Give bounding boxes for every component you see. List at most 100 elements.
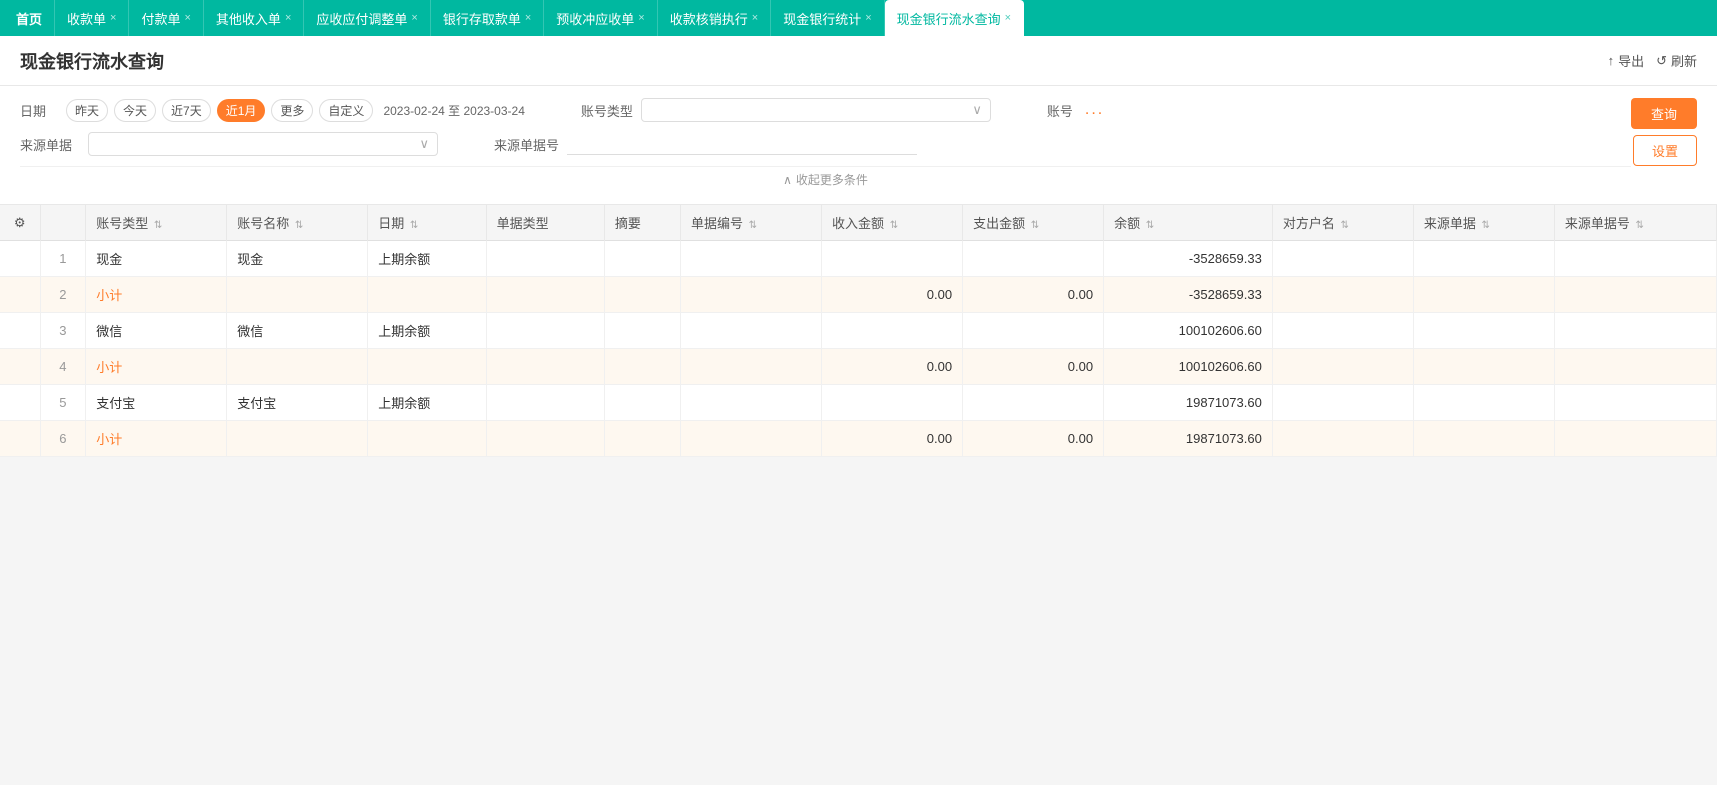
table-cell	[0, 313, 40, 349]
nav-tab-prepay[interactable]: 预收冲应收单 ×	[544, 0, 657, 36]
date-btn-custom[interactable]: 自定义	[319, 99, 373, 122]
date-btn-more[interactable]: 更多	[271, 99, 313, 122]
table-cell: 100102606.60	[1104, 349, 1273, 385]
table-row: 5支付宝支付宝上期余额19871073.60	[0, 385, 1717, 421]
table-cell	[681, 313, 822, 349]
table-cell	[1272, 277, 1413, 313]
nav-tab-ar-ap-adj[interactable]: 应收应付调整单 ×	[304, 0, 430, 36]
sort-doc-number-icon: ⇅	[749, 220, 757, 231]
table-cell: 支付宝	[86, 385, 227, 421]
sort-source-doc-num-icon: ⇅	[1636, 220, 1644, 231]
table-cell	[604, 421, 680, 457]
column-doc-type: 单据类型	[486, 205, 604, 241]
source-doc-chevron-icon: ∨	[420, 136, 430, 152]
nav-tab-cash-flow[interactable]: 现金银行流水查询 ×	[885, 0, 1024, 36]
table-cell: 0.00	[963, 349, 1104, 385]
page-header: 现金银行流水查询 ↑ 导出 ↺ 刷新	[0, 36, 1717, 86]
column-income[interactable]: 收入金额 ⇅	[822, 205, 963, 241]
nav-tab-writeoff[interactable]: 收款核销执行 ×	[658, 0, 771, 36]
column-balance[interactable]: 余额 ⇅	[1104, 205, 1273, 241]
export-label: 导出	[1618, 51, 1644, 70]
nav-tab-bank-deposit[interactable]: 银行存取款单 ×	[431, 0, 544, 36]
nav-tab-other-income-close[interactable]: ×	[285, 12, 291, 24]
nav-tab-bank-deposit-label: 银行存取款单	[443, 9, 521, 28]
nav-tab-cash-flow-close[interactable]: ×	[1005, 12, 1011, 24]
table-cell	[1413, 385, 1554, 421]
nav-tab-prepay-label: 预收冲应收单	[556, 9, 634, 28]
column-date[interactable]: 日期 ⇅	[368, 205, 486, 241]
nav-tab-receipt[interactable]: 收款单 ×	[55, 0, 129, 36]
nav-tab-ar-ap-adj-close[interactable]: ×	[411, 12, 417, 24]
account-dots-button[interactable]: ...	[1085, 101, 1104, 119]
table-body: 1现金现金上期余额-3528659.332小计0.000.00-3528659.…	[0, 241, 1717, 457]
table-cell: 3	[40, 313, 86, 349]
table-cell: 微信	[86, 313, 227, 349]
nav-tab-cash-stats-close[interactable]: ×	[865, 12, 871, 24]
table-cell: 0.00	[822, 421, 963, 457]
table-cell	[963, 385, 1104, 421]
export-button[interactable]: ↑ 导出	[1608, 51, 1645, 70]
table-cell	[1554, 349, 1716, 385]
filter-area: 日期 昨天 今天 近7天 近1月 更多	[0, 86, 1717, 205]
source-doc-select[interactable]: ∨	[88, 132, 438, 156]
nav-tab-payment[interactable]: 付款单 ×	[129, 0, 203, 36]
table-cell	[822, 241, 963, 277]
column-expense[interactable]: 支出金额 ⇅	[963, 205, 1104, 241]
sort-expense-icon: ⇅	[1031, 220, 1039, 231]
account-type-select[interactable]: ∨	[641, 98, 991, 122]
sort-account-name-icon: ⇅	[295, 220, 303, 231]
table-cell: 19871073.60	[1104, 385, 1273, 421]
table-cell	[681, 241, 822, 277]
table-row: 6小计0.000.0019871073.60	[0, 421, 1717, 457]
nav-tab-payment-label: 付款单	[141, 9, 180, 28]
collapse-label: 收起更多条件	[796, 171, 868, 188]
table-cell: 0.00	[822, 277, 963, 313]
nav-tab-bank-deposit-close[interactable]: ×	[525, 12, 531, 24]
nav-tab-cash-stats[interactable]: 现金银行统计 ×	[771, 0, 884, 36]
account-type-label: 账号类型	[581, 101, 633, 120]
main-table: ⚙ 账号类型 ⇅ 账号名称 ⇅ 日期 ⇅ 单据类型	[0, 205, 1717, 457]
query-button[interactable]: 查询	[1631, 98, 1697, 129]
refresh-button[interactable]: ↺ 刷新	[1656, 51, 1697, 70]
date-btn-7days[interactable]: 近7天	[162, 99, 211, 122]
table-cell: 小计	[86, 349, 227, 385]
collapse-button[interactable]: ∧ 收起更多条件	[20, 166, 1631, 192]
right-actions: 查询 设置	[1631, 98, 1697, 166]
nav-tab-other-income[interactable]: 其他收入单 ×	[204, 0, 304, 36]
table-cell: 0.00	[963, 277, 1104, 313]
nav-tab-home[interactable]: 首页	[4, 0, 55, 36]
filter-row-1: 日期 昨天 今天 近7天 近1月 更多	[20, 98, 1631, 122]
column-counterpart[interactable]: 对方户名 ⇅	[1272, 205, 1413, 241]
column-account-name[interactable]: 账号名称 ⇅	[227, 205, 368, 241]
table-cell: 100102606.60	[1104, 313, 1273, 349]
source-doc-number-input[interactable]	[567, 133, 917, 155]
table-cell: -3528659.33	[1104, 277, 1273, 313]
date-btn-yesterday[interactable]: 昨天	[66, 99, 108, 122]
nav-tab-writeoff-label: 收款核销执行	[670, 9, 748, 28]
sort-account-type-icon: ⇅	[154, 220, 162, 231]
column-doc-number[interactable]: 单据编号 ⇅	[681, 205, 822, 241]
date-options: 昨天 今天 近7天 近1月 更多 自定义	[66, 99, 525, 122]
nav-tab-prepay-close[interactable]: ×	[638, 12, 644, 24]
date-range-display: 2023-02-24 至 2023-03-24	[383, 102, 524, 119]
table-cell	[368, 421, 486, 457]
settings-button[interactable]: 设置	[1633, 135, 1697, 166]
table-cell	[604, 277, 680, 313]
column-source-doc[interactable]: 来源单据 ⇅	[1413, 205, 1554, 241]
account-type-chevron-icon: ∨	[972, 102, 982, 118]
table-cell: 支付宝	[227, 385, 368, 421]
column-gear[interactable]: ⚙	[0, 205, 40, 241]
nav-tab-writeoff-close[interactable]: ×	[752, 12, 758, 24]
date-btn-today[interactable]: 今天	[114, 99, 156, 122]
collapse-up-icon: ∧	[783, 173, 792, 187]
table-cell	[1272, 385, 1413, 421]
column-source-doc-num[interactable]: 来源单据号 ⇅	[1554, 205, 1716, 241]
column-account-type[interactable]: 账号类型 ⇅	[86, 205, 227, 241]
table-cell	[227, 349, 368, 385]
nav-tab-receipt-close[interactable]: ×	[110, 12, 116, 24]
table-cell	[0, 241, 40, 277]
table-cell	[1413, 241, 1554, 277]
table-cell	[486, 241, 604, 277]
date-btn-1month[interactable]: 近1月	[217, 99, 266, 122]
nav-tab-payment-close[interactable]: ×	[184, 12, 190, 24]
